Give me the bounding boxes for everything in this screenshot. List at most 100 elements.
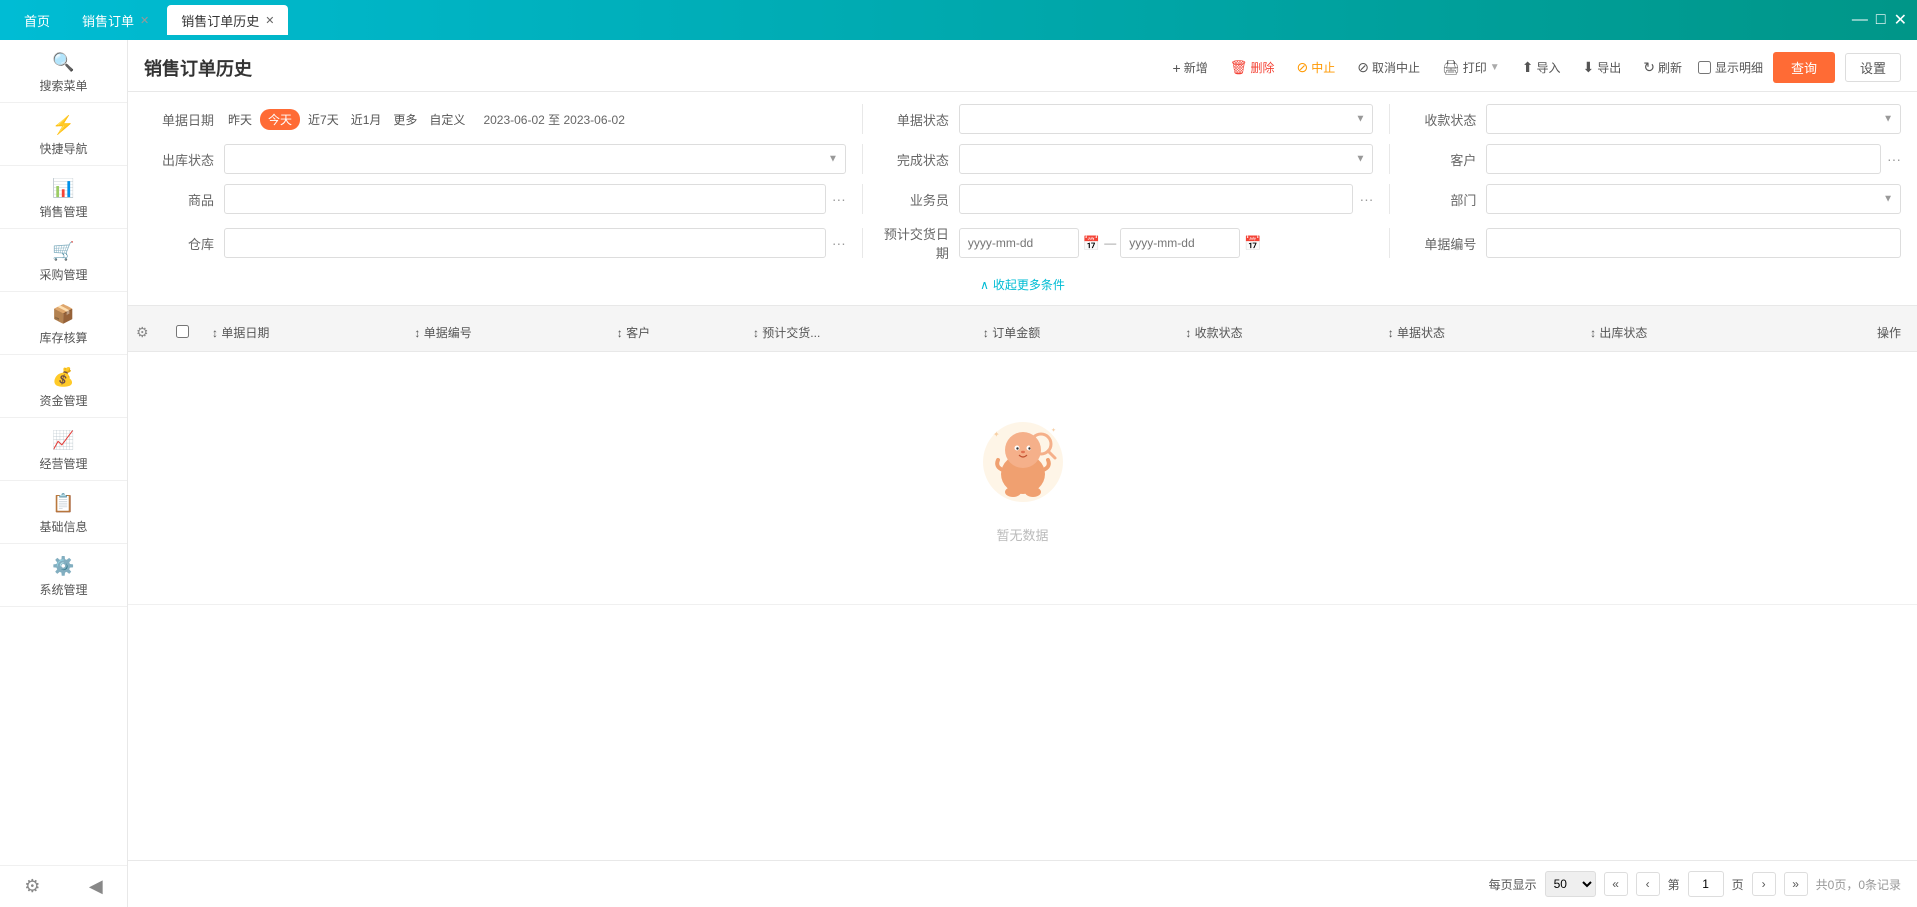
sidebar-item-operations[interactable]: 📈 经营管理 xyxy=(0,418,127,481)
receipt-status-label: 收款状态 xyxy=(1406,110,1486,129)
doc-no-input[interactable] xyxy=(1486,228,1901,258)
sidebar-item-finance-label: 资金管理 xyxy=(39,392,87,409)
table-settings-icon[interactable]: ⚙ xyxy=(136,324,149,340)
doc-status-label: 单据状态 xyxy=(879,110,959,129)
page-title: 销售订单历史 xyxy=(144,55,252,81)
sidebar-item-quick-nav[interactable]: ⚡ 快捷导航 xyxy=(0,103,127,166)
tab-home[interactable]: 首页 xyxy=(10,5,64,35)
tab-sales-order-history[interactable]: 销售订单历史 ✕ xyxy=(167,5,288,35)
expected-date-control: 📅 — 📅 xyxy=(959,228,1374,258)
date-7days-btn[interactable]: 近7天 xyxy=(304,109,343,130)
delete-btn-label: 删除 xyxy=(1250,59,1274,76)
delete-btn[interactable]: 🗑 删除 xyxy=(1224,55,1281,80)
salesperson-input[interactable] xyxy=(959,184,1354,214)
sidebar-item-operations-label: 经营管理 xyxy=(39,455,87,472)
sidebar-item-sales-mgmt-label: 销售管理 xyxy=(39,203,87,220)
warehouse-input[interactable] xyxy=(224,228,826,258)
stop-btn[interactable]: ⊘ 中止 xyxy=(1291,55,1342,80)
goods-input[interactable] xyxy=(224,184,826,214)
sidebar-item-finance[interactable]: 💰 资金管理 xyxy=(0,355,127,418)
customer-input[interactable] xyxy=(1486,144,1881,174)
close-history-icon[interactable]: ✕ xyxy=(265,14,274,27)
collapse-btn[interactable]: ∧ 收起更多条件 xyxy=(144,272,1901,293)
doc-date-range: 2023-06-02 至 2023-06-02 xyxy=(483,111,624,128)
date-today-btn[interactable]: 今天 xyxy=(260,109,300,130)
dept-label: 部门 xyxy=(1406,190,1486,209)
goods-dots-btn[interactable]: ··· xyxy=(832,191,846,207)
th-doc-status: ↕ 单据状态 xyxy=(1380,314,1582,352)
th-doc-date: ↕ 单据日期 xyxy=(204,314,406,352)
delete-icon: 🗑 xyxy=(1230,59,1248,76)
refresh-btn-label: 刷新 xyxy=(1658,59,1682,76)
select-all-checkbox[interactable] xyxy=(176,325,189,338)
new-btn[interactable]: + 新增 xyxy=(1167,55,1214,80)
date-custom-btn[interactable]: 自定义 xyxy=(425,109,469,130)
expected-date-end-input[interactable] xyxy=(1120,228,1240,258)
sidebar-item-basic-info[interactable]: 📋 基础信息 xyxy=(0,481,127,544)
topbar-minimize-btn[interactable]: — xyxy=(1852,11,1868,29)
customer-dots-btn[interactable]: ··· xyxy=(1887,151,1901,167)
last-page-btn[interactable]: » xyxy=(1784,872,1808,896)
filter-row-4: 仓库 ··· 预计交货日期 📅 — 📅 单据编号 xyxy=(144,224,1901,262)
export-btn-label: 导出 xyxy=(1597,59,1621,76)
date-yesterday-btn[interactable]: 昨天 xyxy=(224,109,256,130)
sidebar-item-sales-mgmt[interactable]: 📊 销售管理 xyxy=(0,166,127,229)
tab-sales-order-label: 销售订单 xyxy=(82,11,134,30)
calendar-start-icon[interactable]: 📅 xyxy=(1083,235,1100,252)
tab-sales-order[interactable]: 销售订单 ✕ xyxy=(68,5,163,35)
page-size-select[interactable]: 50 10 20 100 xyxy=(1545,871,1596,897)
display-toggle[interactable]: 显示明细 xyxy=(1698,59,1763,76)
warehouse-dots-btn[interactable]: ··· xyxy=(832,235,846,251)
display-toggle-checkbox[interactable] xyxy=(1698,61,1711,74)
th-customer: ↕ 客户 xyxy=(609,314,745,352)
doc-no-label: 单据编号 xyxy=(1406,234,1486,253)
close-sales-order-icon[interactable]: ✕ xyxy=(140,14,149,27)
date-more-btn[interactable]: 更多 xyxy=(389,109,421,130)
date-1month-btn[interactable]: 近1月 xyxy=(347,109,386,130)
sidebar-item-quick-nav-label: 快捷导航 xyxy=(39,140,87,157)
sidebar-item-sys-mgmt[interactable]: ⚙️ 系统管理 xyxy=(0,544,127,607)
th-out-status: ↕ 出库状态 xyxy=(1582,314,1784,352)
next-page-btn[interactable]: › xyxy=(1752,872,1776,896)
cancel-stop-btn[interactable]: ⊘ 取消中止 xyxy=(1351,55,1426,80)
topbar-maximize-btn[interactable]: □ xyxy=(1876,11,1886,29)
dept-select[interactable] xyxy=(1486,184,1901,214)
export-btn[interactable]: ⬇ 导出 xyxy=(1576,55,1627,80)
sidebar-item-basic-info-label: 基础信息 xyxy=(39,518,87,535)
out-status-label: 出库状态 xyxy=(144,150,224,169)
sidebar-item-search-menu[interactable]: 🔍 搜索菜单 xyxy=(0,40,127,103)
print-btn[interactable]: 🖨 打印 ▼ xyxy=(1436,55,1506,80)
doc-status-select[interactable] xyxy=(959,104,1374,134)
refresh-btn[interactable]: ↻ 刷新 xyxy=(1637,55,1688,80)
sidebar-settings-btn[interactable]: ⚙ xyxy=(24,876,40,897)
import-btn[interactable]: ⬆ 导入 xyxy=(1516,55,1567,80)
topbar-close-btn[interactable]: ✕ xyxy=(1894,10,1907,30)
query-btn[interactable]: 查询 xyxy=(1773,52,1835,83)
refresh-icon: ↻ xyxy=(1643,59,1655,76)
prev-page-btn[interactable]: ‹ xyxy=(1636,872,1660,896)
dept-select-wrapper: ▼ xyxy=(1486,184,1901,214)
operations-icon: 📈 xyxy=(52,430,74,451)
empty-state-row: ✦ ✦ 暂无数据 xyxy=(128,352,1917,605)
finance-icon: 💰 xyxy=(52,367,74,388)
receipt-status-select[interactable] xyxy=(1486,104,1901,134)
salesperson-dots-btn[interactable]: ··· xyxy=(1359,191,1373,207)
th-expected-date-label: ↕ 预计交货... xyxy=(753,326,820,340)
setting-btn[interactable]: 设置 xyxy=(1845,53,1901,82)
expected-date-start-input[interactable] xyxy=(959,228,1079,258)
divider-2 xyxy=(1389,104,1390,134)
salesperson-control: ··· xyxy=(959,184,1374,214)
filter-row-1: 单据日期 昨天 今天 近7天 近1月 更多 自定义 2023-06-02 至 2… xyxy=(144,104,1901,134)
sidebar-collapse-btn[interactable]: ◀ xyxy=(89,876,103,897)
collapse-label: 收起更多条件 xyxy=(993,276,1065,293)
divider-5 xyxy=(862,184,863,214)
top-bar: 首页 销售订单 ✕ 销售订单历史 ✕ — □ ✕ xyxy=(0,0,1917,40)
page-number-input[interactable] xyxy=(1688,871,1724,897)
calendar-end-icon[interactable]: 📅 xyxy=(1244,235,1261,252)
sidebar-item-purchase-mgmt[interactable]: 🛒 采购管理 xyxy=(0,229,127,292)
receipt-status-select-wrapper: ▼ xyxy=(1486,104,1901,134)
sidebar-item-inventory[interactable]: 📦 库存核算 xyxy=(0,292,127,355)
complete-status-select[interactable] xyxy=(959,144,1374,174)
out-status-select[interactable] xyxy=(224,144,846,174)
first-page-btn[interactable]: « xyxy=(1604,872,1628,896)
